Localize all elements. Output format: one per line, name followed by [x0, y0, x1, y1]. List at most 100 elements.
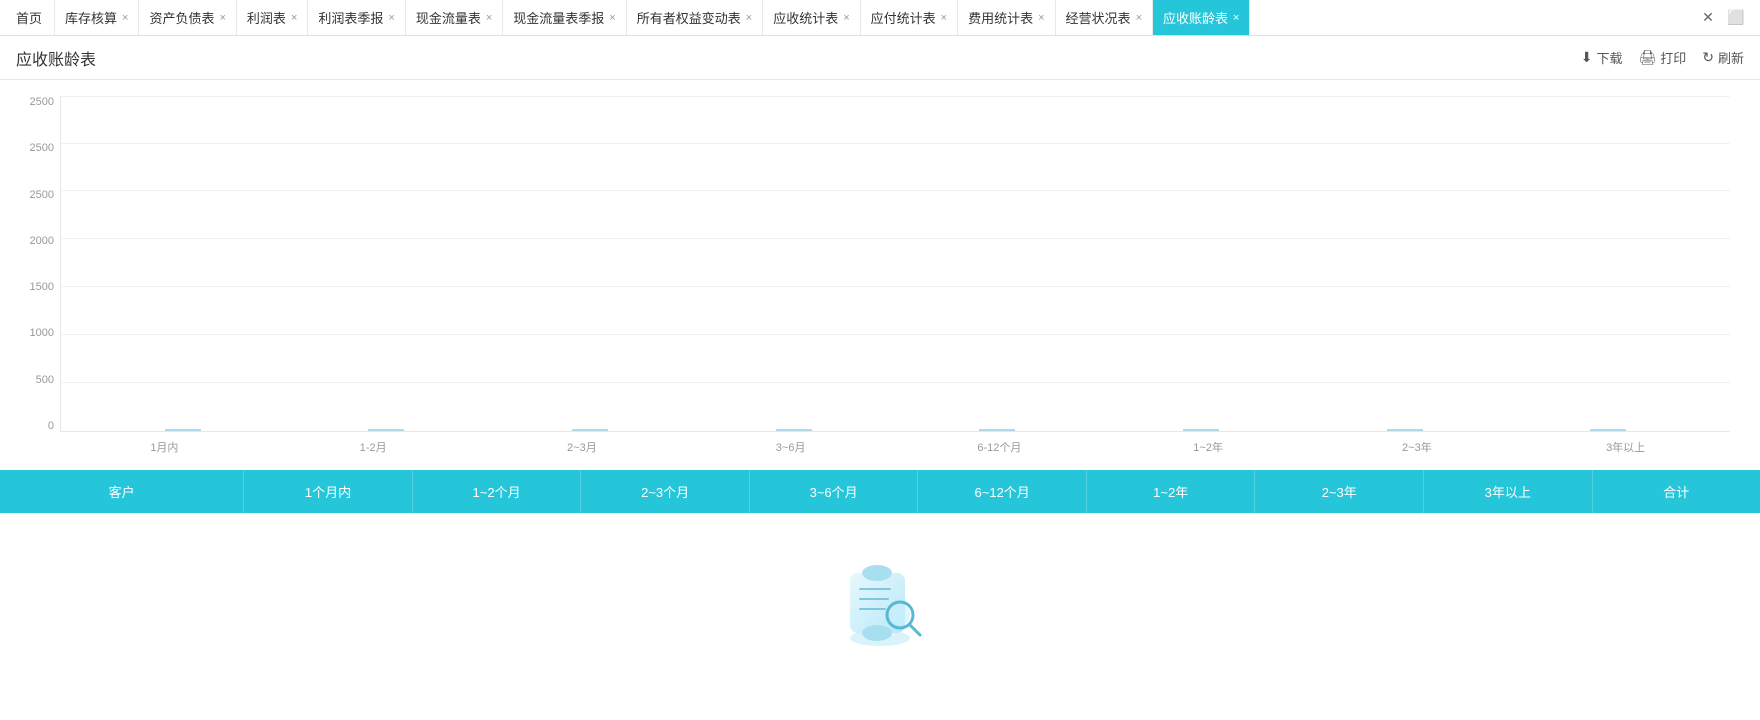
bar-3年以上	[1590, 429, 1626, 431]
tab-balance-sheet-close[interactable]: ×	[219, 12, 225, 24]
y-label-0: 0	[48, 420, 54, 432]
tab-balance-sheet[interactable]: 资产负债表 ×	[139, 0, 236, 36]
bar-6-12月	[979, 429, 1015, 431]
window-maximize-button[interactable]: ⬜	[1724, 6, 1748, 30]
tab-equity-changes-label: 所有者权益变动表	[637, 8, 741, 27]
bar-2-3月	[572, 429, 608, 431]
print-button[interactable]: 🖨 打印	[1638, 48, 1686, 67]
empty-state	[0, 513, 1760, 673]
tab-inventory-close[interactable]: ×	[122, 12, 128, 24]
x-label-3年以上: 3年以上	[1521, 439, 1730, 455]
header-actions: ⬇ 下载 🖨 打印 ↻ 刷新	[1581, 48, 1744, 67]
refresh-button[interactable]: ↻ 刷新	[1702, 48, 1744, 67]
print-label: 打印	[1660, 48, 1686, 67]
download-icon: ⬇	[1581, 49, 1593, 66]
bar-1-2月	[368, 429, 404, 431]
tab-profit-loss[interactable]: 利润表 ×	[237, 0, 308, 36]
col-1-2year: 1~2年	[1087, 470, 1256, 513]
bar-2-3年	[1387, 429, 1423, 431]
x-label-6-12月: 6-12个月	[895, 439, 1104, 455]
tab-profit-quarterly-close[interactable]: ×	[388, 12, 394, 24]
y-label-1000: 2000	[30, 235, 54, 247]
tab-home-label: 首页	[16, 8, 42, 27]
tab-ar-aging-label: 应收账龄表	[1163, 8, 1228, 27]
x-label-1月内: 1月内	[60, 439, 269, 455]
page-title: 应收账龄表	[16, 46, 96, 70]
y-label-2000: 2500	[30, 142, 54, 154]
tab-operations-close[interactable]: ×	[1136, 12, 1142, 24]
tab-ap-stats[interactable]: 应付统计表 ×	[861, 0, 958, 36]
refresh-icon: ↻	[1702, 49, 1714, 66]
table-header: 客户 1个月内 1~2个月 2~3个月 3~6个月 6~12个月 1~2年 2~…	[0, 470, 1760, 513]
tab-cash-flow-label: 现金流量表	[416, 8, 481, 27]
tab-bar: 首页 库存核算 × 资产负债表 × 利润表 × 利润表季报 × 现金流量表 × …	[0, 0, 1760, 36]
chart-container: 2500 2500 2500 2000 1500 1000 500 0	[20, 96, 1740, 462]
empty-state-icon	[830, 553, 930, 653]
tab-operations[interactable]: 经营状况表 ×	[1056, 0, 1153, 36]
tab-cash-flow-quarterly-close[interactable]: ×	[609, 12, 615, 24]
bar-3-6月	[776, 429, 812, 431]
tab-profit-loss-close[interactable]: ×	[291, 12, 297, 24]
refresh-label: 刷新	[1718, 48, 1744, 67]
tab-profit-quarterly[interactable]: 利润表季报 ×	[308, 0, 405, 36]
col-customer: 客户	[0, 470, 244, 513]
main-content: 2500 2500 2500 2000 1500 1000 500 0	[0, 80, 1760, 720]
col-1-2month: 1~2个月	[413, 470, 582, 513]
tab-cash-flow[interactable]: 现金流量表 ×	[406, 0, 503, 36]
tab-equity-changes[interactable]: 所有者权益变动表 ×	[627, 0, 763, 36]
page-header: 应收账龄表 ⬇ 下载 🖨 打印 ↻ 刷新	[0, 36, 1760, 80]
tab-cash-flow-quarterly-label: 现金流量表季报	[513, 8, 604, 27]
window-controls: ✕ ⬜	[1696, 6, 1756, 30]
tab-ap-stats-label: 应付统计表	[871, 8, 936, 27]
tab-cash-flow-close[interactable]: ×	[486, 12, 492, 24]
bar-group-1-2月	[285, 429, 489, 431]
x-label-1-2月: 1-2月	[269, 439, 478, 455]
tab-expense-stats[interactable]: 费用统计表 ×	[958, 0, 1055, 36]
bar-group-2-3月	[488, 429, 692, 431]
col-2-3year: 2~3年	[1255, 470, 1424, 513]
y-label-1000b: 1000	[30, 327, 54, 339]
col-3year-plus: 3年以上	[1424, 470, 1593, 513]
x-label-2-3年: 2~3年	[1313, 439, 1522, 455]
y-label-500b: 500	[36, 374, 54, 386]
tab-inventory[interactable]: 库存核算 ×	[55, 0, 139, 36]
bar-1-2年	[1183, 429, 1219, 431]
tab-balance-sheet-label: 资产负债表	[149, 8, 214, 27]
tab-ar-stats[interactable]: 应收统计表 ×	[763, 0, 860, 36]
chart-plot	[60, 96, 1730, 432]
bars-area	[61, 96, 1730, 431]
col-2-3month: 2~3个月	[581, 470, 750, 513]
bar-group-1-2年	[1099, 429, 1303, 431]
y-label-500: 1500	[30, 281, 54, 293]
window-close-button[interactable]: ✕	[1696, 6, 1720, 30]
tab-ap-stats-close[interactable]: ×	[941, 12, 947, 24]
tab-ar-stats-close[interactable]: ×	[843, 12, 849, 24]
tab-ar-aging-close[interactable]: ×	[1233, 12, 1239, 24]
tab-inventory-label: 库存核算	[65, 8, 117, 27]
bar-group-2-3年	[1303, 429, 1507, 431]
download-label: 下载	[1596, 48, 1622, 67]
col-6-12month: 6~12个月	[918, 470, 1087, 513]
x-label-2-3月: 2~3月	[478, 439, 687, 455]
x-axis: 1月内 1-2月 2~3月 3~6月 6-12个月 1~2年 2~3年 3年以上	[60, 432, 1730, 462]
bar-group-3年以上	[1506, 429, 1710, 431]
bar-1月内	[165, 429, 201, 431]
tab-ar-aging[interactable]: 应收账龄表 ×	[1153, 0, 1250, 36]
tab-equity-changes-close[interactable]: ×	[746, 12, 752, 24]
x-label-1-2年: 1~2年	[1104, 439, 1313, 455]
chart-area: 2500 2500 2500 2000 1500 1000 500 0	[0, 80, 1760, 470]
tab-profit-quarterly-label: 利润表季报	[318, 8, 383, 27]
tab-expense-stats-close[interactable]: ×	[1038, 12, 1044, 24]
col-total: 合计	[1593, 470, 1760, 513]
tab-expense-stats-label: 费用统计表	[968, 8, 1033, 27]
print-icon: 🖨	[1638, 49, 1656, 66]
tab-profit-loss-label: 利润表	[247, 8, 286, 27]
col-1month: 1个月内	[244, 470, 413, 513]
download-button[interactable]: ⬇ 下载	[1581, 48, 1623, 67]
x-label-3-6月: 3~6月	[686, 439, 895, 455]
y-label-2500: 2500	[30, 96, 54, 108]
y-label-1500: 2500	[30, 189, 54, 201]
tab-cash-flow-quarterly[interactable]: 现金流量表季报 ×	[503, 0, 626, 36]
bar-group-1月内	[81, 429, 285, 431]
tab-home[interactable]: 首页	[4, 0, 55, 36]
